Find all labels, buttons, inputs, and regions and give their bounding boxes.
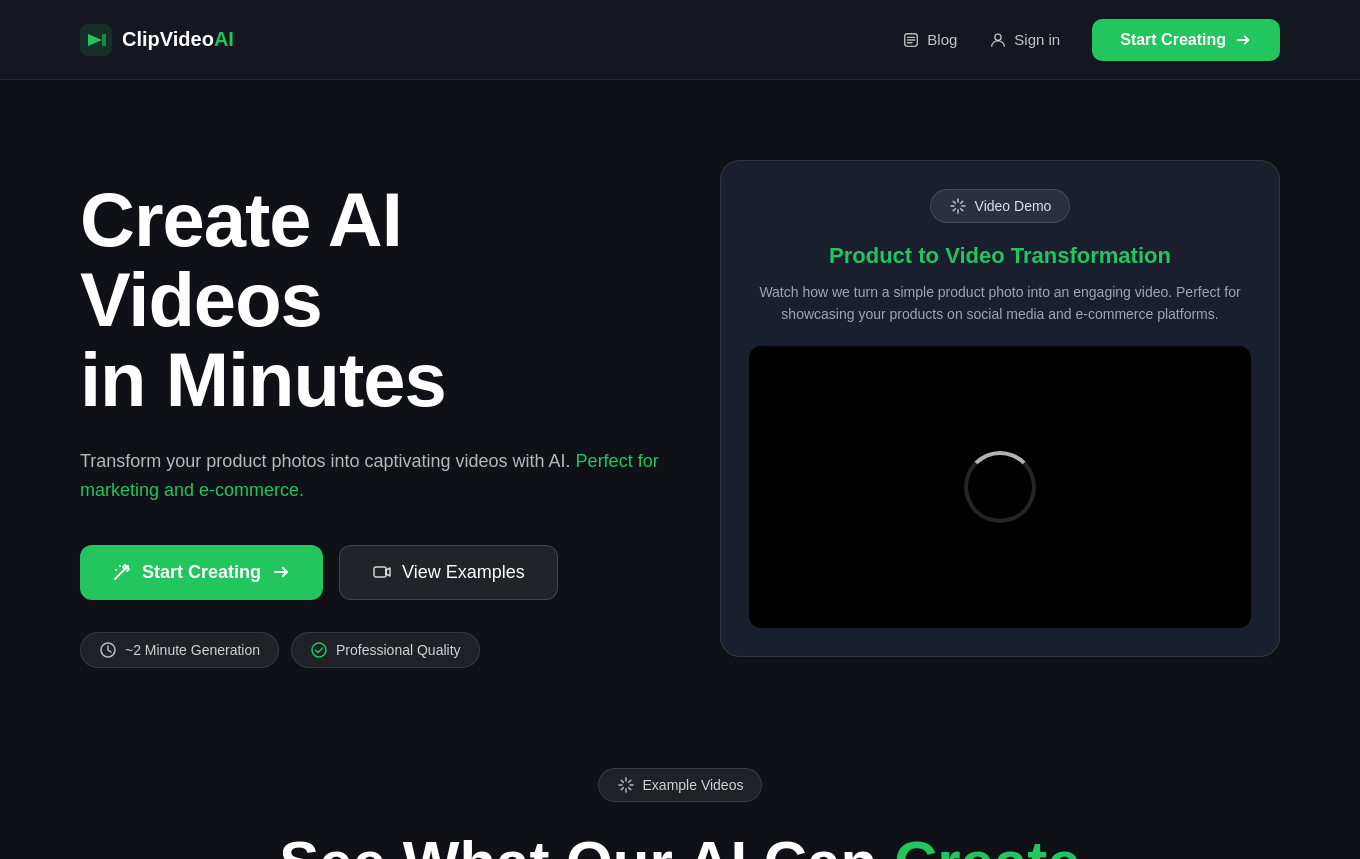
video-demo-card: Video Demo Product to Video Transformati… bbox=[720, 160, 1280, 657]
time-badge: ~2 Minute Generation bbox=[80, 632, 279, 668]
quality-badge-label: Professional Quality bbox=[336, 642, 461, 658]
signin-link[interactable]: Sign in bbox=[989, 31, 1060, 49]
quality-badge: Professional Quality bbox=[291, 632, 480, 668]
arrow-right-icon bbox=[1234, 31, 1252, 49]
svg-point-8 bbox=[119, 565, 121, 567]
video-card-desc: Watch how we turn a simple product photo… bbox=[749, 281, 1251, 326]
wand-icon bbox=[112, 562, 132, 582]
arrow-right-icon-2 bbox=[271, 562, 291, 582]
example-videos-badge: Example Videos bbox=[598, 768, 763, 802]
hero-right: Video Demo Product to Video Transformati… bbox=[720, 160, 1280, 657]
svg-point-5 bbox=[995, 34, 1001, 40]
example-videos-badge-label: Example Videos bbox=[643, 777, 744, 793]
video-icon bbox=[372, 562, 392, 582]
svg-point-6 bbox=[127, 565, 129, 567]
bottom-section: Example Videos See What Our AI Can Creat… bbox=[0, 728, 1360, 859]
sparkle-icon bbox=[949, 197, 967, 215]
check-circle-icon bbox=[310, 641, 328, 659]
bottom-title: See What Our AI Can Create bbox=[80, 830, 1280, 859]
svg-point-7 bbox=[115, 569, 117, 571]
video-card-title: Product to Video Transformation bbox=[749, 243, 1251, 269]
time-badge-label: ~2 Minute Generation bbox=[125, 642, 260, 658]
view-examples-button[interactable]: View Examples bbox=[339, 545, 558, 600]
video-demo-badge: Video Demo bbox=[930, 189, 1071, 223]
blog-link[interactable]: Blog bbox=[902, 31, 957, 49]
navbar: ClipVideoAI Blog Sign in Start Creating bbox=[0, 0, 1360, 80]
signin-label: Sign in bbox=[1014, 31, 1060, 48]
hero-subtitle: Transform your product photos into capti… bbox=[80, 447, 660, 505]
nav-start-creating-label: Start Creating bbox=[1120, 31, 1226, 49]
loading-spinner bbox=[964, 451, 1036, 523]
hero-section: Create AI Videos in Minutes Transform yo… bbox=[0, 80, 1360, 728]
svg-rect-9 bbox=[374, 567, 386, 577]
nav-start-creating-button[interactable]: Start Creating bbox=[1092, 19, 1280, 61]
view-examples-label: View Examples bbox=[402, 562, 525, 583]
hero-start-creating-button[interactable]: Start Creating bbox=[80, 545, 323, 600]
sparkle-icon-2 bbox=[617, 776, 635, 794]
nav-right: Blog Sign in Start Creating bbox=[902, 19, 1280, 61]
signin-icon bbox=[989, 31, 1007, 49]
video-player[interactable] bbox=[749, 346, 1251, 628]
logo-link[interactable]: ClipVideoAI bbox=[80, 24, 234, 56]
hero-buttons: Start Creating View Examples bbox=[80, 545, 660, 600]
hero-title: Create AI Videos in Minutes bbox=[80, 180, 660, 419]
hero-badges: ~2 Minute Generation Professional Qualit… bbox=[80, 632, 660, 668]
logo-icon bbox=[80, 24, 112, 56]
blog-label: Blog bbox=[927, 31, 957, 48]
logo-text: ClipVideoAI bbox=[122, 28, 234, 51]
hero-start-creating-label: Start Creating bbox=[142, 562, 261, 583]
hero-left: Create AI Videos in Minutes Transform yo… bbox=[80, 160, 660, 668]
blog-icon bbox=[902, 31, 920, 49]
clock-icon bbox=[99, 641, 117, 659]
video-demo-badge-label: Video Demo bbox=[975, 198, 1052, 214]
svg-point-11 bbox=[312, 643, 326, 657]
